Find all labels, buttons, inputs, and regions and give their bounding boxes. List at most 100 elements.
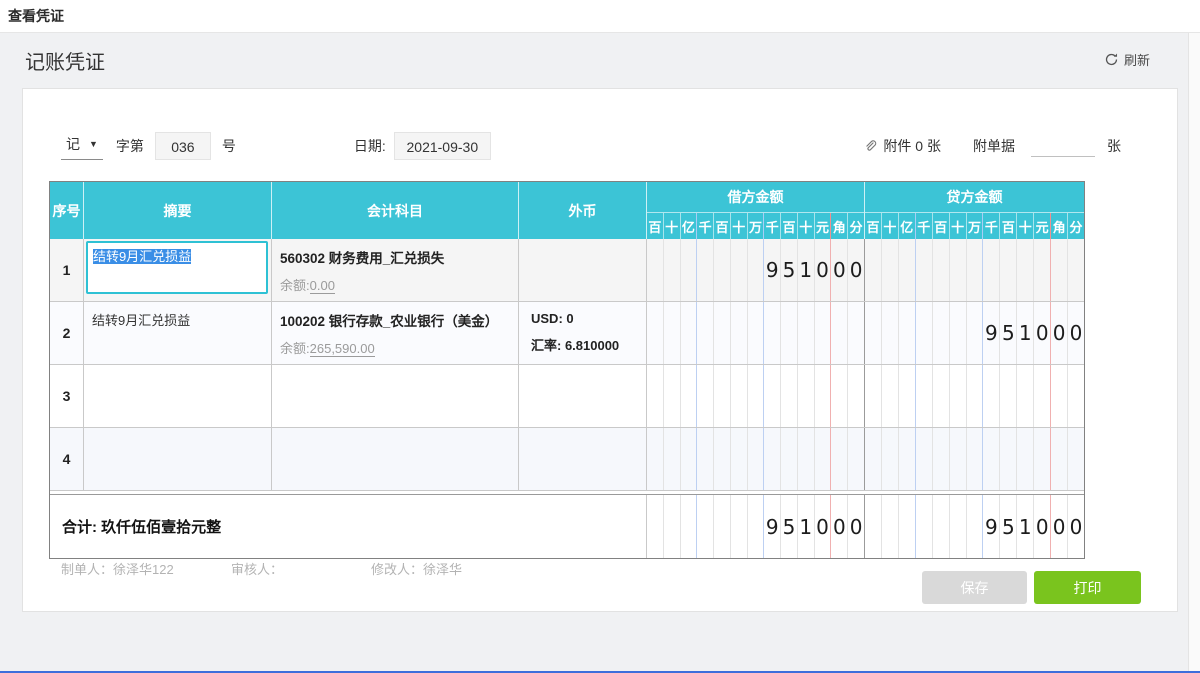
row1-summary-cell[interactable]: 结转9月汇兑损益 <box>84 239 272 301</box>
amount-digit <box>731 302 748 364</box>
refresh-label: 刷新 <box>1123 53 1150 68</box>
amount-digit <box>714 365 731 427</box>
amount-digit <box>731 495 748 558</box>
print-button[interactable]: 打印 <box>1034 571 1141 604</box>
amount-digit <box>983 239 1001 301</box>
row1-account-cell[interactable]: 560302 财务费用_汇兑损失 余额:0.00 <box>272 239 519 301</box>
amount-digit <box>831 302 849 364</box>
row3-account-cell[interactable] <box>272 365 519 427</box>
amount-digit: 1 <box>1017 302 1035 364</box>
amount-digit <box>798 302 815 364</box>
amount-digit <box>899 239 916 301</box>
voucher-number-input[interactable]: 036 <box>154 132 211 160</box>
modifier-name: 修改人：徐泽华 <box>371 559 462 578</box>
row1-currency-cell[interactable] <box>519 239 647 301</box>
amount-digit <box>764 365 782 427</box>
row4-account-cell[interactable] <box>272 428 519 490</box>
table-row: 2 结转9月汇兑损益 100202 银行存款_农业银行（美金） 余额:265,5… <box>50 302 1084 365</box>
amount-digit <box>933 365 950 427</box>
amount-digit: 0 <box>1034 495 1052 558</box>
row1-debit-cell[interactable]: 951000 <box>647 239 865 301</box>
amount-digit <box>950 302 967 364</box>
amount-digit <box>882 239 899 301</box>
amount-digit <box>681 428 698 490</box>
voucher-table: 序号 摘要 会计科目 外币 借方金额 百十亿千百十万千百十元角分 贷方金额 百十… <box>49 181 1085 559</box>
receipts-count-input[interactable] <box>1031 136 1095 157</box>
row2-debit-cell[interactable] <box>647 302 865 364</box>
amount-digit <box>983 428 1001 490</box>
row4-currency-cell[interactable] <box>519 428 647 490</box>
amount-digit <box>697 495 715 558</box>
row4-summary-cell[interactable] <box>84 428 272 490</box>
amount-digit <box>1000 365 1018 427</box>
amount-digit <box>748 428 765 490</box>
row2-seq: 2 <box>50 302 84 364</box>
amount-digit <box>697 239 715 301</box>
amount-digit <box>865 239 882 301</box>
amount-digit <box>865 428 882 490</box>
amount-digit <box>865 495 882 558</box>
row2-summary-cell[interactable]: 结转9月汇兑损益 <box>84 302 272 364</box>
amount-digit <box>950 239 967 301</box>
voucher-word-select[interactable]: 记 ▼ <box>61 132 103 160</box>
total-label: 合计: 玖仟伍佰壹拾元整 <box>50 495 647 558</box>
row3-credit-cell[interactable] <box>865 365 1084 427</box>
header-credit: 贷方金额 百十亿千百十万千百十元角分 <box>865 182 1084 239</box>
row2-account-name: 100202 银行存款_农业银行（美金） <box>280 314 499 329</box>
digit-column-label: 百 <box>933 213 950 239</box>
row1-seq: 1 <box>50 239 84 301</box>
voucher-card: 记 ▼ 字第 036 号 日期: 2021-09-30 附件 0 张 附单据 张… <box>22 88 1178 612</box>
amount-digit <box>916 365 933 427</box>
total-row: 合计: 玖仟伍佰壹拾元整 951000 951000 <box>50 495 1084 558</box>
date-label: 日期: <box>353 138 386 154</box>
refresh-button[interactable]: 刷新 <box>1104 50 1150 69</box>
reviewer-name: 审核人： <box>231 559 283 578</box>
amount-digit <box>714 495 731 558</box>
amount-digit <box>664 302 681 364</box>
amount-digit <box>983 365 1001 427</box>
header-debit: 借方金额 百十亿千百十万千百十元角分 <box>647 182 865 239</box>
debit-digit-columns: 百十亿千百十万千百十元角分 <box>647 213 864 239</box>
amount-digit <box>899 365 916 427</box>
row3-currency-cell[interactable] <box>519 365 647 427</box>
row3-summary-cell[interactable] <box>84 365 272 427</box>
amount-digit <box>731 428 748 490</box>
header-debit-title: 借方金额 <box>647 182 864 213</box>
amount-digit: 0 <box>831 495 849 558</box>
row4-seq: 4 <box>50 428 84 490</box>
amount-digit <box>1017 365 1035 427</box>
amount-digit <box>950 495 967 558</box>
amount-digit <box>781 302 798 364</box>
digit-column-label: 角 <box>1051 213 1069 239</box>
total-credit-cell: 951000 <box>865 495 1084 558</box>
amount-digit <box>647 428 664 490</box>
header-summary: 摘要 <box>84 182 272 239</box>
row4-credit-cell[interactable] <box>865 428 1084 490</box>
digit-column-label: 百 <box>781 213 798 239</box>
amount-digit <box>731 365 748 427</box>
digit-column-label: 百 <box>714 213 731 239</box>
save-button[interactable]: 保存 <box>922 571 1027 604</box>
amount-digit <box>950 365 967 427</box>
amount-digit: 0 <box>815 239 832 301</box>
row1-credit-cell[interactable] <box>865 239 1084 301</box>
summary-edit-input[interactable]: 结转9月汇兑损益 <box>86 241 268 294</box>
amount-digit <box>647 239 664 301</box>
amount-digit <box>882 365 899 427</box>
amount-digit <box>967 428 984 490</box>
amount-digit <box>916 428 933 490</box>
row4-debit-cell[interactable] <box>647 428 865 490</box>
amount-digit: 0 <box>849 258 863 282</box>
date-input[interactable]: 2021-09-30 <box>393 132 491 160</box>
digit-column-label: 分 <box>849 219 863 235</box>
amount-digit <box>865 302 882 364</box>
attachment-count-link[interactable]: 附件 0 张 <box>883 136 941 156</box>
amount-digit <box>781 365 798 427</box>
row2-account-cell[interactable]: 100202 银行存款_农业银行（美金） 余额:265,590.00 <box>272 302 519 364</box>
amount-digit <box>647 365 664 427</box>
row2-credit-cell[interactable]: 951000 <box>865 302 1084 364</box>
scroll-strip[interactable] <box>1188 33 1200 673</box>
row2-currency-cell[interactable]: USD: 0 汇率: 6.810000 <box>519 302 647 364</box>
amount-digit <box>731 239 748 301</box>
row3-debit-cell[interactable] <box>647 365 865 427</box>
